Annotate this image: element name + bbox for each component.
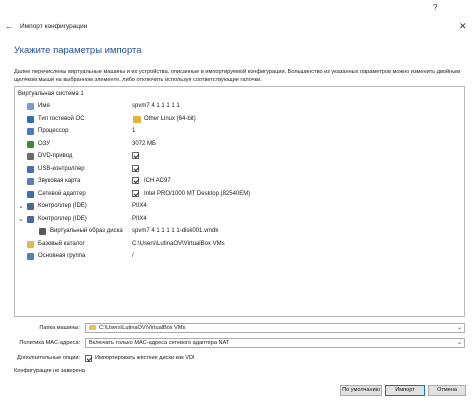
machine-folder-value: C:\Users\LutinaOV\VirtualBox VMs (99, 325, 186, 331)
additional-options-label: Дополнительные опции: (17, 355, 80, 361)
group-icon (27, 253, 34, 260)
tree-row-value[interactable]: Intel PRO/1000 MT Desktop (82540EM) (144, 191, 250, 197)
tree-row-value[interactable]: / (132, 253, 134, 259)
tree-row[interactable]: ⌄ Контроллер (IDE) PIIX4 (15, 214, 464, 226)
tree-row-checkbox[interactable] (132, 164, 139, 172)
tree-row-value[interactable]: Other Linux (64-bit) (144, 116, 196, 122)
name-icon (27, 103, 34, 110)
chevron-down-icon[interactable]: ⌄ (18, 215, 24, 223)
chevron-down-icon[interactable]: ⌄ (18, 202, 24, 210)
window-title: Импорт конфигурации (20, 23, 88, 30)
mac-policy-select[interactable]: Включать только MAC-адреса сетевого адап… (85, 338, 465, 348)
page-heading: Укажите параметры импорта (14, 45, 142, 56)
tree-row-label: ОЗУ (38, 140, 51, 147)
ram-icon (27, 140, 34, 148)
tree-row-checkbox[interactable] (132, 189, 139, 197)
tree-row[interactable]: Имя spvm7 4 1 1 1 1 1 (15, 101, 464, 113)
tree-row[interactable]: Базовый каталог C:\Users\LutinaOV\Virtual… (15, 239, 464, 251)
tree-row-label: Контроллер (IDE) (38, 203, 87, 209)
tree-row-value[interactable]: PIIX4 (132, 203, 147, 209)
usb-icon (27, 165, 34, 173)
tree-row-checkbox[interactable] (132, 177, 139, 184)
folder-icon (89, 325, 96, 330)
cpu-icon (27, 128, 34, 135)
machine-folder-label: Папка машины: (39, 325, 80, 331)
tree-row[interactable]: Виртуальный образ диска spvm7 4 1 1 1 1 1… (15, 226, 464, 238)
tree-row-value[interactable]: ICH AC97 (144, 178, 171, 184)
folder-icon (27, 240, 34, 248)
tree-row-value[interactable]: 1 (132, 128, 135, 134)
tree-row[interactable]: Основная группа / (15, 251, 464, 263)
import-vdi-label: Импортировать жёсткие диски как VDI (95, 355, 195, 361)
disk-image-icon (39, 228, 46, 235)
mac-policy-label: Политика MAC-адреса: (19, 340, 80, 346)
virtual-system-label: Виртуальная система 1 (18, 91, 84, 97)
tree-row-label: Виртуальный образ диска (50, 228, 123, 234)
tree-row-label: Процессор (38, 128, 69, 134)
tree-row-label: USB-контроллер (38, 165, 85, 172)
status-text: Конфигурация не заверена (14, 368, 85, 374)
cancel-button[interactable]: Отмена (428, 385, 466, 396)
tree-row[interactable]: ⌄ Контроллер (IDE) PIIX4 (15, 201, 464, 213)
audio-icon (27, 178, 34, 185)
tree-row-label: Сетевой адаптер (38, 190, 86, 197)
tree-row[interactable]: Звуковая карта ICH AC97 (15, 176, 464, 188)
tree-row-label: Имя (38, 103, 50, 109)
tree-row-label: Тип гостевой ОС (38, 115, 85, 122)
tree-row-value[interactable]: spvm7 4 1 1 1 1 1-disk001.vmdk (132, 228, 218, 234)
tree-row[interactable]: Сетевой адаптер Intel PRO/1000 MT Desktop… (15, 189, 464, 201)
import-button[interactable]: Импорт (385, 385, 425, 396)
chevron-down-icon[interactable]: ⌄ (457, 324, 462, 332)
tree-row-value[interactable]: spvm7 4 1 1 1 1 1 (132, 103, 180, 109)
machine-folder-select[interactable]: C:\Users\LutinaOV\VirtualBox VMs ⌄ (85, 323, 465, 333)
mac-policy-value: Включать только MAC-адреса сетевого адап… (89, 340, 230, 346)
tree-row[interactable]: Процессор 1 (15, 126, 464, 138)
tree-row[interactable]: ОЗУ 3072 МБ (15, 139, 464, 151)
tree-root-row[interactable]: Виртуальная система 1 (15, 89, 464, 101)
tree-row[interactable]: USB-контроллер (15, 164, 464, 176)
tree-row-label: Базовый каталог (38, 240, 85, 247)
tree-row-value[interactable]: PIIX4 (132, 216, 147, 222)
dvd-icon (27, 153, 34, 160)
tree-row-checkbox[interactable] (132, 152, 139, 159)
close-button[interactable]: ✕ (459, 21, 467, 31)
tree-row[interactable]: Тип гостевой ОС Other Linux (64-bit) (15, 114, 464, 126)
tree-row-label: Контроллер (IDE) (38, 215, 87, 222)
back-arrow-icon[interactable]: ← (5, 21, 15, 31)
page-description: Далее перечислены виртуальные машины и и… (14, 69, 461, 83)
tree-row-label: Звуковая карта (38, 178, 81, 184)
defaults-button[interactable]: По умолчанию (340, 385, 382, 396)
tree-row-value[interactable]: 3072 МБ (132, 141, 156, 147)
linux-penguin-icon (133, 115, 141, 123)
appliance-settings-tree[interactable]: Виртуальная система 1 Имя spvm7 4 1 1 1 1… (14, 86, 465, 317)
tree-row-value[interactable]: C:\Users\LutinaOV\VirtualBox VMs (132, 241, 225, 247)
tree-row-label: Основная группа (38, 253, 86, 259)
tree-row[interactable]: DVD-привод (15, 151, 464, 163)
help-button[interactable]: ? (433, 3, 437, 12)
ide-controller-icon (27, 203, 34, 210)
os-icon (27, 115, 34, 123)
network-icon (27, 190, 34, 198)
import-vdi-checkbox[interactable] (85, 355, 92, 362)
chevron-down-icon[interactable]: ⌄ (457, 339, 462, 347)
title-bar: ← Импорт конфигурации ? ✕ (0, 0, 474, 38)
tree-row-label: DVD-привод (38, 153, 73, 159)
ide-controller-icon (27, 215, 34, 223)
